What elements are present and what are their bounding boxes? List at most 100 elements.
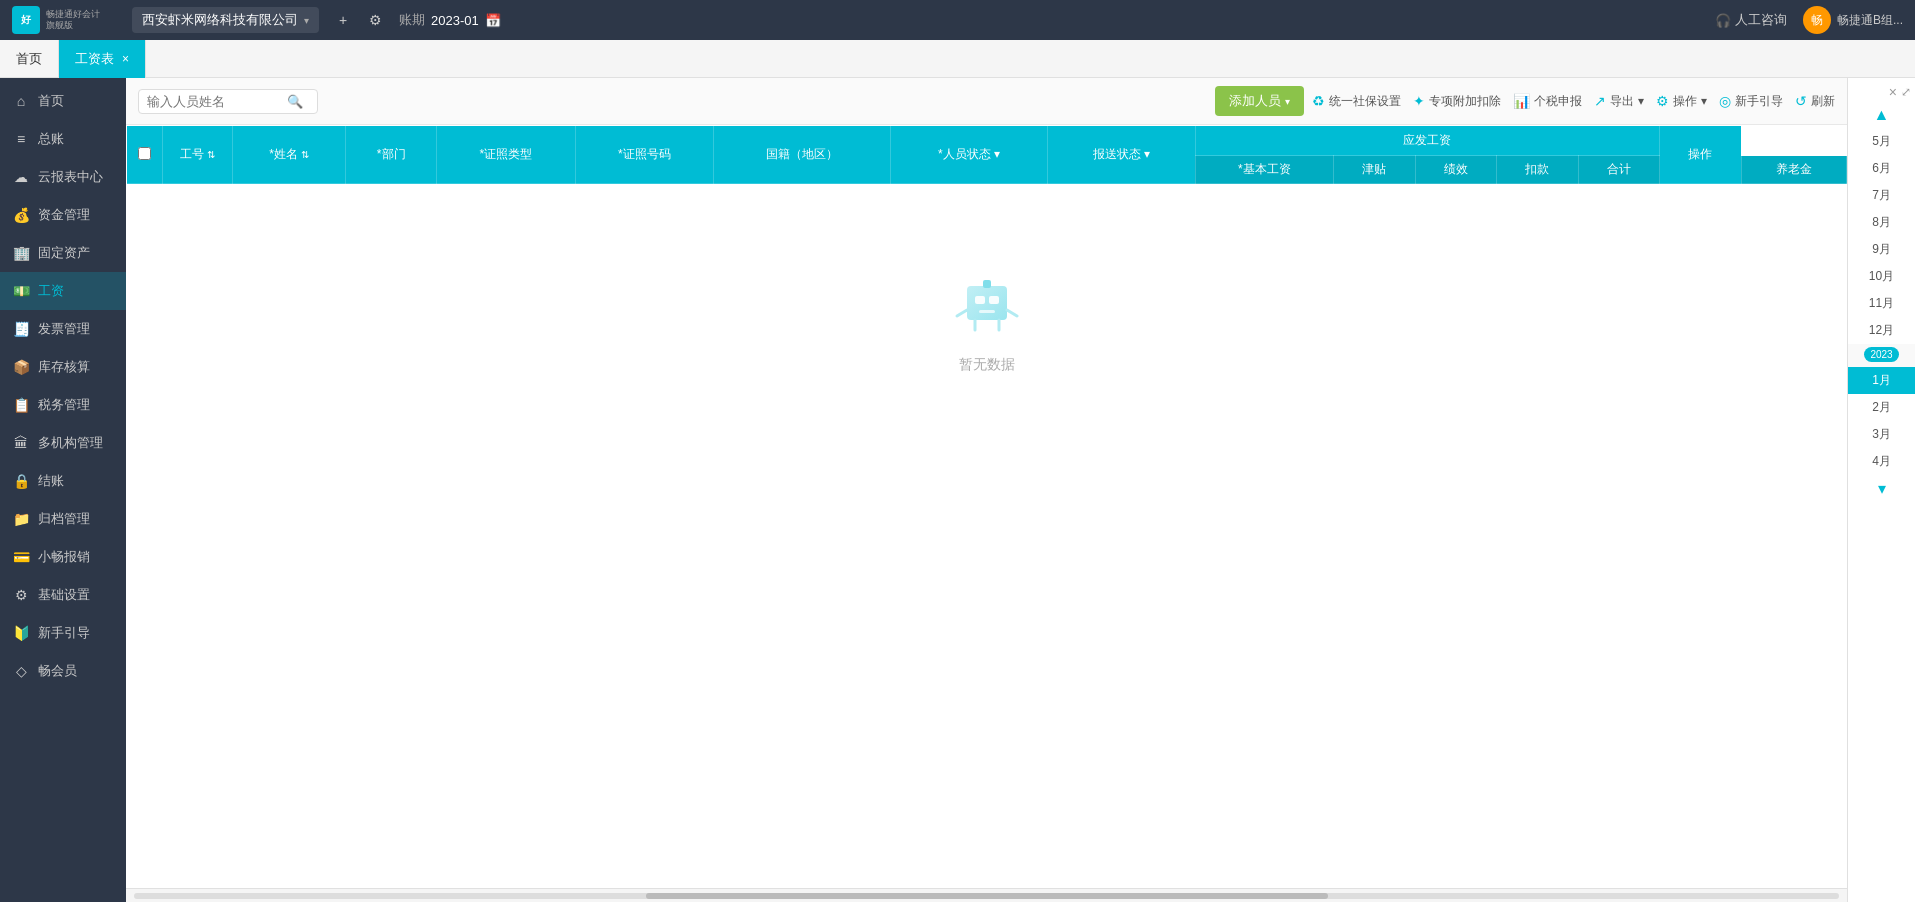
scroll-thumb[interactable]	[646, 893, 1328, 899]
guide-btn[interactable]: ◎ 新手引导	[1719, 93, 1783, 110]
operations-btn[interactable]: ⚙ 操作 ▾	[1656, 93, 1707, 110]
tab-salary[interactable]: 工资表 ×	[59, 40, 146, 78]
sort-name-icon[interactable]: ⇅	[301, 149, 309, 160]
service-button[interactable]: 🎧 人工咨询	[1715, 11, 1787, 29]
refresh-btn[interactable]: ↺ 刷新	[1795, 93, 1835, 110]
sidebar-item-member[interactable]: ◇ 畅会员	[0, 652, 126, 690]
sidebar-item-archive[interactable]: 📁 归档管理	[0, 500, 126, 538]
tab-salary-label: 工资表	[75, 50, 114, 68]
panel-down-arrow[interactable]: ▾	[1874, 475, 1890, 502]
th-performance: 绩效	[1415, 156, 1496, 184]
company-selector[interactable]: 西安虾米网络科技有限公司 ▾	[132, 7, 319, 33]
social-security-btn[interactable]: ♻ 统一社保设置	[1312, 93, 1401, 110]
month-item-8[interactable]: 8月	[1848, 209, 1915, 236]
month-item-7[interactable]: 7月	[1848, 182, 1915, 209]
multi-icon: 🏛	[12, 434, 30, 452]
sidebar-item-home[interactable]: ⌂ 首页	[0, 82, 126, 120]
sidebar-item-invoice[interactable]: 🧾 发票管理	[0, 310, 126, 348]
empty-icon	[947, 264, 1027, 344]
personal-tax-label: 个税申报	[1534, 93, 1582, 110]
svg-rect-1	[975, 296, 985, 304]
sidebar-item-tax[interactable]: 📋 税务管理	[0, 386, 126, 424]
sidebar-item-assets[interactable]: 🏢 固定资产	[0, 234, 126, 272]
right-actions: 🎧 人工咨询 畅 畅捷通B组...	[1715, 6, 1903, 34]
guide-icon: 🔰	[12, 624, 30, 642]
svg-rect-3	[979, 310, 995, 313]
tab-close-icon[interactable]: ×	[122, 52, 129, 66]
calendar-icon[interactable]: 📅	[485, 13, 501, 28]
sidebar-item-closing[interactable]: 🔒 结账	[0, 462, 126, 500]
month-item-10[interactable]: 10月	[1848, 263, 1915, 290]
top-header: 好 畅捷通好会计 旗舰版 西安虾米网络科技有限公司 ▾ + ⚙ 账期 2023-…	[0, 0, 1915, 40]
panel-up-arrow[interactable]: ▲	[1870, 102, 1894, 128]
invoice-icon: 🧾	[12, 320, 30, 338]
user-area[interactable]: 畅 畅捷通B组...	[1803, 6, 1903, 34]
month-item-11[interactable]: 11月	[1848, 290, 1915, 317]
search-icon: 🔍	[287, 94, 303, 109]
month-item-1[interactable]: 1月	[1848, 367, 1915, 394]
content-area: 🔍 添加人员 ▾ ♻ 统一社保设置 ✦ 专项附加扣除 📊 个税申报	[126, 78, 1847, 902]
th-operations: 操作	[1660, 126, 1741, 184]
panel-expand-button[interactable]: ⤢	[1901, 85, 1911, 99]
add-person-button[interactable]: 添加人员 ▾	[1215, 86, 1304, 116]
export-icon: ↗	[1594, 93, 1606, 109]
th-person-status: *人员状态 ▾	[890, 126, 1047, 184]
sidebar-label-closing: 结账	[38, 472, 64, 490]
search-input[interactable]	[147, 94, 287, 109]
refresh-icon: ↺	[1795, 93, 1807, 109]
sidebar-item-salary[interactable]: 💵 工资	[0, 272, 126, 310]
sidebar-item-reports[interactable]: ☁ 云报表中心	[0, 158, 126, 196]
sidebar-label-funds: 资金管理	[38, 206, 90, 224]
panel-close-button[interactable]: ×	[1889, 84, 1897, 100]
year-badge: 2023	[1864, 347, 1898, 362]
month-item-6[interactable]: 6月	[1848, 155, 1915, 182]
sidebar-label-invoice: 发票管理	[38, 320, 90, 338]
th-checkbox[interactable]	[127, 126, 163, 184]
th-total: 合计	[1578, 156, 1659, 184]
sidebar-label-home: 首页	[38, 92, 64, 110]
month-item-4[interactable]: 4月	[1848, 448, 1915, 475]
scroll-bar-area	[126, 888, 1847, 902]
th-allowance: 津贴	[1334, 156, 1415, 184]
month-item-5[interactable]: 5月	[1848, 128, 1915, 155]
month-item-3[interactable]: 3月	[1848, 421, 1915, 448]
inventory-icon: 📦	[12, 358, 30, 376]
sort-number-icon[interactable]: ⇅	[207, 149, 215, 160]
th-report-status: 报送状态 ▾	[1047, 126, 1195, 184]
tab-home[interactable]: 首页	[0, 40, 59, 78]
assets-icon: 🏢	[12, 244, 30, 262]
sidebar-item-expense[interactable]: 💳 小畅报销	[0, 538, 126, 576]
expense-icon: 💳	[12, 548, 30, 566]
month-item-12[interactable]: 12月	[1848, 317, 1915, 344]
sidebar-item-multi[interactable]: 🏛 多机构管理	[0, 424, 126, 462]
sidebar-item-ledger[interactable]: ≡ 总账	[0, 120, 126, 158]
export-dropdown-icon: ▾	[1638, 94, 1644, 108]
personal-tax-btn[interactable]: 📊 个税申报	[1513, 93, 1582, 110]
sidebar-item-funds[interactable]: 💰 资金管理	[0, 196, 126, 234]
empty-state: 暂无数据	[127, 184, 1847, 454]
sidebar-label-inventory: 库存核算	[38, 358, 90, 376]
settings-icon[interactable]: ⚙	[363, 8, 387, 32]
operations-dropdown-icon: ▾	[1701, 94, 1707, 108]
archive-icon: 📁	[12, 510, 30, 528]
sidebar-item-guide[interactable]: 🔰 新手引导	[0, 614, 126, 652]
filter-report-status-icon[interactable]: ▾	[1144, 147, 1150, 161]
month-item-9[interactable]: 9月	[1848, 236, 1915, 263]
search-wrap: 🔍	[138, 89, 318, 114]
scroll-track[interactable]	[134, 893, 1839, 899]
month-item-2[interactable]: 2月	[1848, 394, 1915, 421]
social-security-icon: ♻	[1312, 93, 1325, 109]
sidebar-item-inventory[interactable]: 📦 库存核算	[0, 348, 126, 386]
sidebar-item-settings[interactable]: ⚙ 基础设置	[0, 576, 126, 614]
headset-icon: 🎧	[1715, 13, 1731, 28]
member-icon: ◇	[12, 662, 30, 680]
filter-person-status-icon[interactable]: ▾	[994, 147, 1000, 161]
social-security-label: 统一社保设置	[1329, 93, 1401, 110]
select-all-checkbox[interactable]	[138, 147, 151, 160]
add-button[interactable]: +	[331, 8, 355, 32]
special-deduction-btn[interactable]: ✦ 专项附加扣除	[1413, 93, 1501, 110]
sidebar-label-tax: 税务管理	[38, 396, 90, 414]
special-deduction-icon: ✦	[1413, 93, 1425, 109]
export-btn[interactable]: ↗ 导出 ▾	[1594, 93, 1644, 110]
sidebar-label-multi: 多机构管理	[38, 434, 103, 452]
